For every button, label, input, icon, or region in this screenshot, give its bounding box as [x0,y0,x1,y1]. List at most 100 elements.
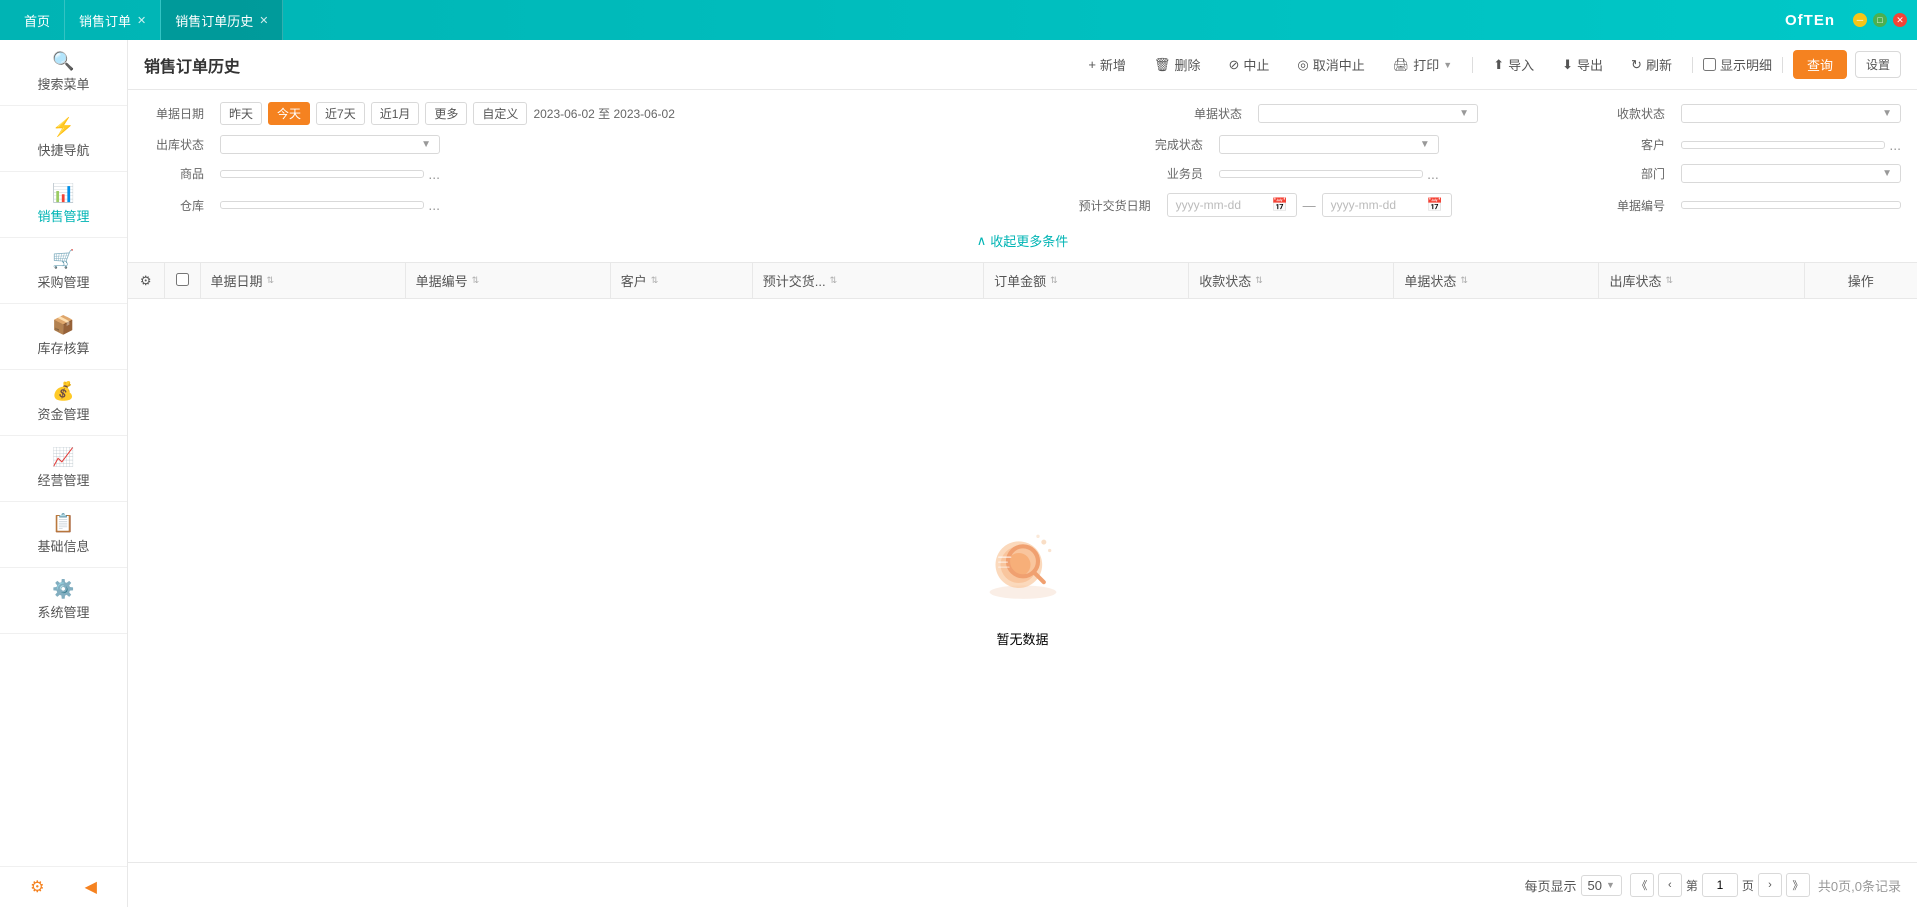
th-action: 操作 [1804,263,1917,299]
th-payment-status[interactable]: 收款状态 ⇅ [1189,263,1394,299]
page-number-input[interactable] [1702,873,1738,897]
sidebar-item-purchase-mgmt[interactable]: 🛒 采购管理 [0,238,127,304]
sidebar-item-finance-mgmt[interactable]: 💰 资金管理 [0,370,127,436]
refresh-button[interactable]: ↻ 刷新 [1621,51,1682,78]
th-customer[interactable]: 客户 ⇅ [610,263,752,299]
sort-bill-status-icon: ⇅ [1460,275,1468,286]
date-btn-custom[interactable]: 自定义 [473,102,527,125]
th-bill-status[interactable]: 单据状态 ⇅ [1394,263,1599,299]
stop-button[interactable]: ⊘ 中止 [1218,51,1279,78]
sidebar-item-operation-mgmt[interactable]: 📈 经营管理 [0,436,127,502]
main-layout: 🔍 搜索菜单 ⚡ 快捷导航 📊 销售管理 🛒 采购管理 📦 库存核算 💰 资金管… [0,40,1917,907]
filter-row-4: 仓库 ... 预计交货日期 yyyy-mm-dd 📅 — yyyy-mm-dd … [144,193,1901,217]
display-toggle-checkbox[interactable] [1703,58,1716,71]
collapse-label: 收起更多条件 [990,231,1068,250]
sidebar-bottom: ⚙ ◀ [0,866,127,907]
sidebar-item-inventory-check[interactable]: 📦 库存核算 [0,304,127,370]
delete-button[interactable]: 🗑 删除 [1144,51,1211,78]
complete-status-select[interactable]: ▼ [1219,135,1439,154]
export-button[interactable]: ⬇ 导出 [1552,51,1613,78]
date-range-group: 昨天 今天 近7天 近1月 更多 自定义 2023-06-02 至 2023-0… [220,102,675,125]
page-header: 销售订单历史 + 新增 🗑 删除 ⊘ 中止 ◎ 取消中止 [128,40,1917,90]
bill-status-select[interactable]: ▼ [1258,104,1478,123]
salesperson-input[interactable] [1219,170,1423,178]
prev-page-button[interactable]: ‹ [1658,873,1682,897]
department-label: 部门 [1605,165,1665,182]
query-button[interactable]: 查询 [1793,50,1847,79]
first-page-button[interactable]: 《 [1630,873,1654,897]
filter-row-1: 单据日期 昨天 今天 近7天 近1月 更多 自定义 2023-06-02 至 2… [144,102,1901,125]
tab-sales-order-history[interactable]: 销售订单历史 ✕ [161,0,283,40]
brand-label: OfTEn [1785,12,1835,29]
page-size-dropdown[interactable]: 50 ▼ [1581,875,1622,896]
sort-amount-icon: ⇅ [1050,275,1058,286]
th-out-status[interactable]: 出库状态 ⇅ [1599,263,1804,299]
sidebar-item-search-menu[interactable]: 🔍 搜索菜单 [0,40,127,106]
sort-customer-icon: ⇅ [651,275,659,286]
close-button[interactable]: ✕ [1893,13,1907,27]
expected-date-from[interactable]: yyyy-mm-dd 📅 [1167,193,1297,217]
expected-date-to[interactable]: yyyy-mm-dd 📅 [1322,193,1452,217]
warehouse-label: 仓库 [144,197,204,214]
goods-dots-icon[interactable]: ... [428,166,440,182]
display-toggle-label[interactable]: 显示明细 [1703,55,1772,74]
sidebar-item-system-mgmt[interactable]: ⚙️ 系统管理 [0,568,127,634]
bill-number-label: 单据编号 [1605,197,1665,214]
payment-status-select[interactable]: ▼ [1681,104,1901,123]
maximize-button[interactable]: □ [1873,13,1887,27]
salesperson-label: 业务员 [1143,165,1203,182]
salesperson-dots-icon[interactable]: ... [1427,166,1439,182]
warehouse-input[interactable] [220,201,424,209]
complete-status-arrow-icon: ▼ [1420,139,1430,150]
date-btn-today[interactable]: 今天 [268,102,310,125]
out-status-select[interactable]: ▼ [220,135,440,154]
next-page-button[interactable]: › [1758,873,1782,897]
date-btn-1month[interactable]: 近1月 [371,102,420,125]
tab-sales-order-close[interactable]: ✕ [137,14,146,27]
sidebar-collapse-icon[interactable]: ◀ [85,877,97,897]
settings-button[interactable]: 设置 [1855,51,1901,78]
toolbar-divider3 [1782,57,1783,73]
th-number[interactable]: 单据编号 ⇅ [405,263,610,299]
date-btn-more[interactable]: 更多 [425,102,467,125]
sidebar-item-quick-nav[interactable]: ⚡ 快捷导航 [0,106,127,172]
th-amount[interactable]: 订单金额 ⇅ [984,263,1189,299]
basic-info-icon: 📋 [52,514,74,532]
bill-status-label: 单据状态 [1182,105,1242,122]
table-header-row: ⚙ 单据日期 ⇅ 单据编号 [128,263,1917,299]
print-button[interactable]: 🖨 打印 ▼ [1383,51,1462,78]
sidebar-item-basic-info[interactable]: 📋 基础信息 [0,502,127,568]
tab-sales-order-history-close[interactable]: ✕ [259,14,268,27]
calendar-from-icon: 📅 [1271,197,1287,213]
goods-input[interactable] [220,170,424,178]
th-date[interactable]: 单据日期 ⇅ [200,263,405,299]
warehouse-dots-icon[interactable]: ... [428,197,440,213]
tab-sales-order[interactable]: 销售订单 ✕ [65,0,161,40]
date-btn-7days[interactable]: 近7天 [316,102,365,125]
sidebar-settings-icon[interactable]: ⚙ [30,877,44,897]
bill-number-input[interactable] [1681,201,1901,209]
sidebar-item-sales-mgmt[interactable]: 📊 销售管理 [0,172,127,238]
warehouse-field: ... [220,197,440,213]
minimize-button[interactable]: ─ [1853,13,1867,27]
last-page-button[interactable]: 》 [1786,873,1810,897]
sort-number-icon: ⇅ [472,275,480,286]
toolbar-divider2 [1692,57,1693,73]
customer-dots-icon[interactable]: ... [1889,137,1901,153]
th-settings[interactable]: ⚙ [128,263,164,299]
sales-mgmt-icon: 📊 [52,184,74,202]
tab-home[interactable]: 首页 [10,0,65,40]
cancel-stop-button[interactable]: ◎ 取消中止 [1287,51,1374,78]
new-button[interactable]: + 新增 [1078,51,1136,78]
customer-input[interactable] [1681,141,1885,149]
new-icon: + [1088,57,1096,72]
th-expected-date[interactable]: 预计交货... ⇅ [752,263,983,299]
th-checkbox[interactable] [164,263,200,299]
table-settings-icon[interactable]: ⚙ [140,273,152,288]
import-button[interactable]: ⬆ 导入 [1483,51,1544,78]
collapse-row[interactable]: ∧ 收起更多条件 [144,227,1901,250]
select-all-checkbox[interactable] [176,273,189,286]
collapse-up-icon: ∧ [977,233,987,249]
date-btn-yesterday[interactable]: 昨天 [220,102,262,125]
department-select[interactable]: ▼ [1681,164,1901,183]
